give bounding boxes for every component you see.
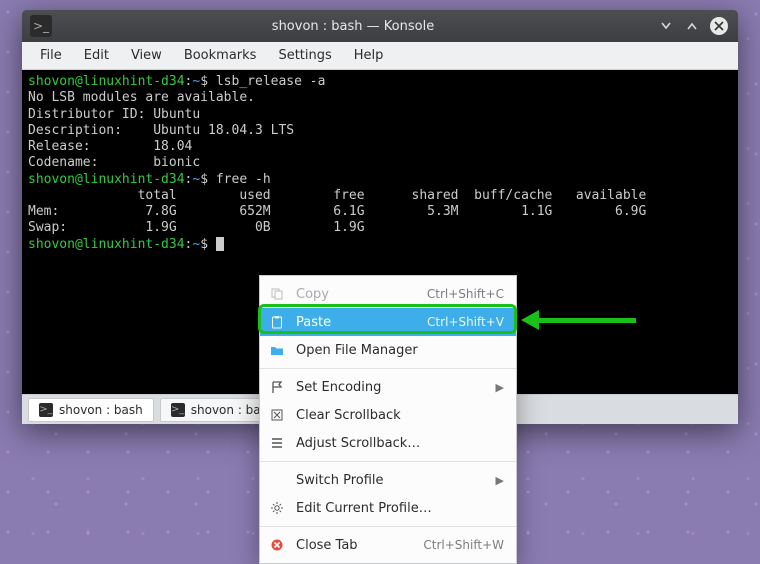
- tab-0[interactable]: >_ shovon : bash: [28, 398, 154, 422]
- separator: [260, 526, 516, 527]
- menu-edit[interactable]: Edit: [74, 44, 119, 67]
- titlebar: >_ shovon : bash — Konsole: [22, 10, 738, 42]
- output-line: No LSB modules are available.: [28, 90, 255, 105]
- folder-icon: [270, 343, 286, 357]
- submenu-arrow-icon: ▶: [496, 381, 504, 394]
- copy-icon: [270, 287, 286, 301]
- gear-icon: [270, 501, 286, 515]
- clear-icon: [270, 408, 286, 422]
- maximize-button[interactable]: [684, 18, 700, 34]
- ctx-open-file-manager[interactable]: Open File Manager: [260, 336, 516, 364]
- context-menu: Copy Ctrl+Shift+C Paste Ctrl+Shift+V Ope…: [259, 275, 517, 564]
- ctx-set-encoding[interactable]: Set Encoding ▶: [260, 373, 516, 401]
- ctx-clear-scrollback[interactable]: Clear Scrollback: [260, 401, 516, 429]
- menu-settings[interactable]: Settings: [268, 44, 341, 67]
- ctx-copy: Copy Ctrl+Shift+C: [260, 280, 516, 308]
- output-line: Release: 18.04: [28, 139, 192, 154]
- submenu-arrow-icon: ▶: [496, 474, 504, 487]
- prompt-user: shovon@linuxhint-d34: [28, 74, 185, 89]
- ctx-paste[interactable]: Paste Ctrl+Shift+V: [260, 308, 516, 336]
- menu-help[interactable]: Help: [344, 44, 394, 67]
- tab-label: shovon : bash: [59, 403, 143, 417]
- command-2: free -h: [216, 172, 271, 187]
- free-mem-row: Mem: 7.8G 652M 6.1G 5.3M 1.1G 6.9G: [28, 204, 646, 219]
- output-line: Description: Ubuntu 18.04.3 LTS: [28, 123, 294, 138]
- terminal-tab-icon: >_: [39, 403, 53, 417]
- ctx-close-tab[interactable]: Close Tab Ctrl+Shift+W: [260, 531, 516, 559]
- command-1: lsb_release -a: [216, 74, 326, 89]
- menu-view[interactable]: View: [121, 44, 172, 67]
- list-icon: [270, 436, 286, 450]
- window-controls: [648, 17, 738, 35]
- menubar: File Edit View Bookmarks Settings Help: [22, 42, 738, 70]
- terminal-tab-icon: >_: [171, 403, 185, 417]
- output-line: Distributor ID: Ubuntu: [28, 107, 200, 122]
- ctx-switch-profile[interactable]: Switch Profile ▶: [260, 466, 516, 494]
- ctx-edit-profile[interactable]: Edit Current Profile…: [260, 494, 516, 522]
- output-line: Codename: bionic: [28, 155, 200, 170]
- free-swap-row: Swap: 1.9G 0B 1.9G: [28, 220, 365, 235]
- annotation-arrow: [521, 310, 641, 330]
- terminal-app-icon: >_: [30, 15, 52, 37]
- window-title: shovon : bash — Konsole: [58, 19, 648, 34]
- prompt-user: shovon@linuxhint-d34: [28, 172, 185, 187]
- flag-icon: [270, 380, 286, 394]
- free-header: total used free shared buff/cache availa…: [28, 188, 646, 203]
- separator: [260, 461, 516, 462]
- prompt-user: shovon@linuxhint-d34: [28, 237, 185, 252]
- menu-file[interactable]: File: [30, 44, 72, 67]
- menu-bookmarks[interactable]: Bookmarks: [174, 44, 267, 67]
- cursor: [216, 237, 224, 251]
- ctx-adjust-scrollback[interactable]: Adjust Scrollback…: [260, 429, 516, 457]
- paste-icon: [270, 315, 286, 329]
- minimize-button[interactable]: [658, 18, 674, 34]
- close-button[interactable]: [710, 17, 728, 35]
- close-icon: [270, 538, 286, 552]
- separator: [260, 368, 516, 369]
